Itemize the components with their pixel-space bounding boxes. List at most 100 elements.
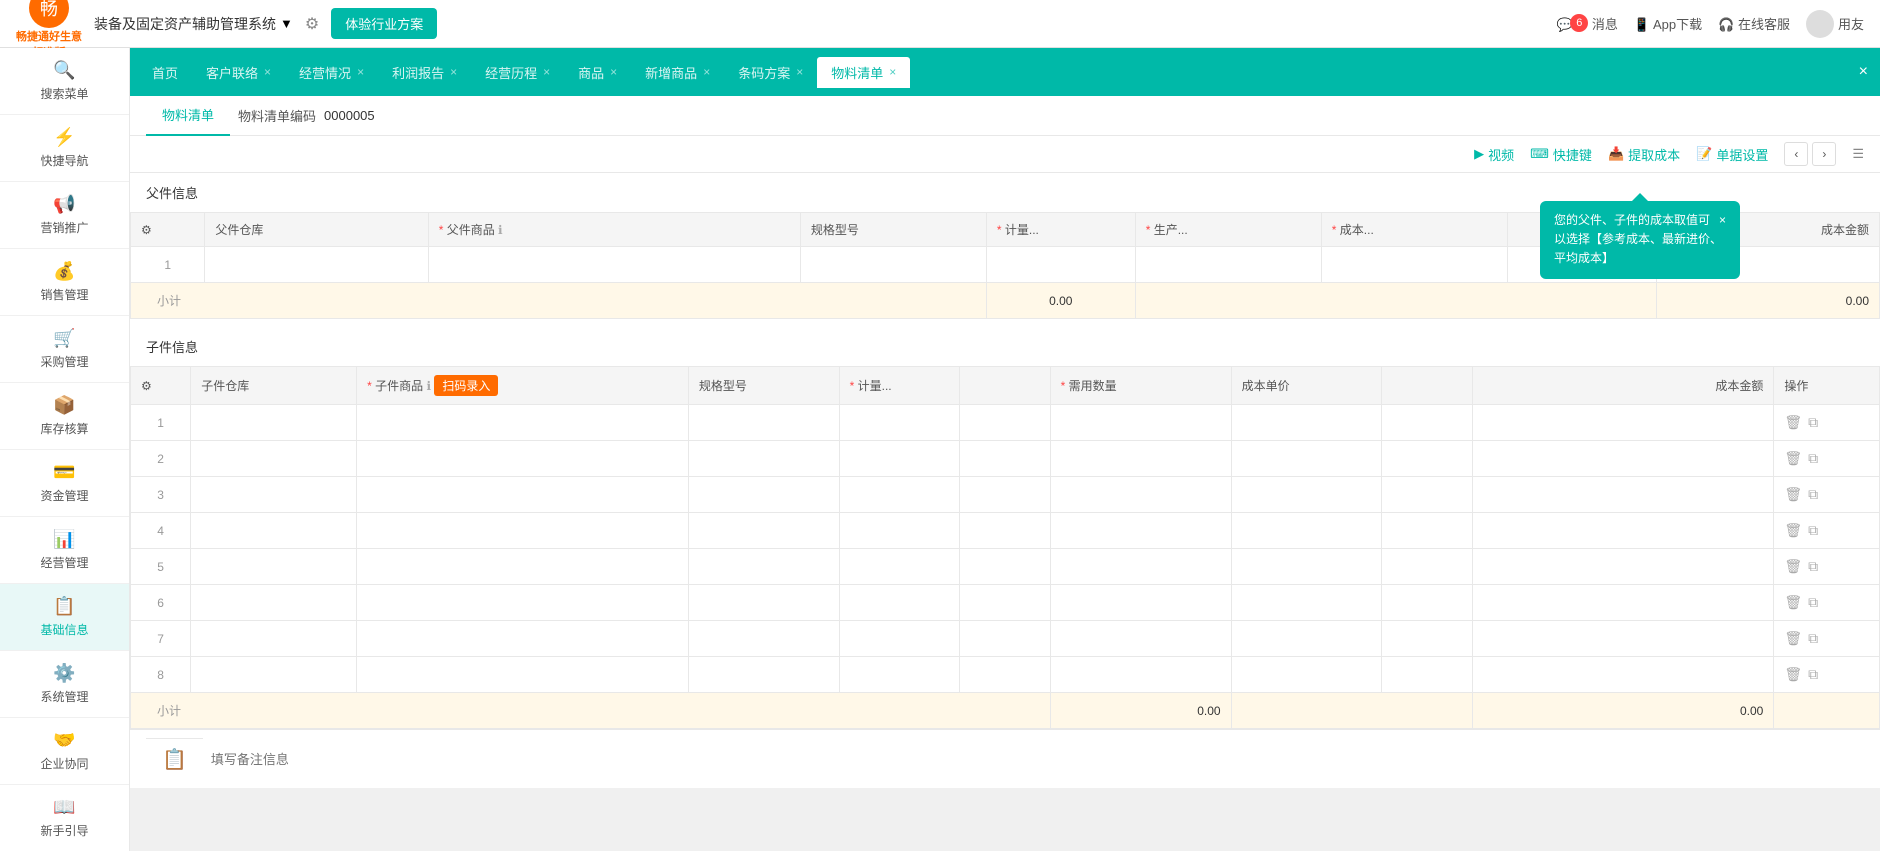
child-gear-icon[interactable]: ⚙ bbox=[141, 379, 152, 393]
child-row-unitcost-4[interactable] bbox=[1231, 513, 1382, 549]
tab-goods[interactable]: 商品 × bbox=[564, 57, 631, 88]
tab-barcode[interactable]: 条码方案 × bbox=[724, 57, 817, 88]
child-row-qty-7[interactable] bbox=[1050, 621, 1231, 657]
info-icon-child[interactable]: ℹ bbox=[426, 379, 431, 393]
tab-close-barcode[interactable]: × bbox=[796, 65, 803, 79]
child-row-unit-2[interactable] bbox=[839, 441, 960, 477]
tab-operations[interactable]: 经营情况 × bbox=[285, 57, 378, 88]
child-row-warehouse-7[interactable] bbox=[191, 621, 357, 657]
child-row-spec-2[interactable] bbox=[688, 441, 839, 477]
user-area[interactable]: 用友 bbox=[1806, 10, 1864, 38]
child-row-goods-6[interactable] bbox=[357, 585, 689, 621]
parent-row-goods-1[interactable] bbox=[428, 247, 800, 283]
copy-icon-8[interactable]: ⧉ bbox=[1808, 666, 1818, 683]
copy-icon-6[interactable]: ⧉ bbox=[1808, 594, 1818, 611]
child-row-qty-6[interactable] bbox=[1050, 585, 1231, 621]
single-settings-btn[interactable]: 📝 单据设置 bbox=[1696, 145, 1768, 164]
child-row-unit-5[interactable] bbox=[839, 549, 960, 585]
sidebar-item-inventory[interactable]: 📦 库存核算 bbox=[0, 383, 129, 450]
sidebar-item-basic-info[interactable]: 📋 基础信息 bbox=[0, 584, 129, 651]
child-row-spec-1[interactable] bbox=[688, 405, 839, 441]
global-close-btn[interactable]: × bbox=[1855, 59, 1872, 85]
child-row-warehouse-3[interactable] bbox=[191, 477, 357, 513]
child-row-unitcost-5[interactable] bbox=[1231, 549, 1382, 585]
child-row-warehouse-8[interactable] bbox=[191, 657, 357, 693]
scan-input-btn[interactable]: 扫码录入 bbox=[434, 375, 498, 396]
sidebar-item-cooperation[interactable]: 🤝 企业协同 bbox=[0, 718, 129, 785]
child-row-qty-4[interactable] bbox=[1050, 513, 1231, 549]
child-row-qty-2[interactable] bbox=[1050, 441, 1231, 477]
child-row-goods-1[interactable] bbox=[357, 405, 689, 441]
copy-icon-2[interactable]: ⧉ bbox=[1808, 450, 1818, 467]
child-row-warehouse-6[interactable] bbox=[191, 585, 357, 621]
child-row-goods-8[interactable] bbox=[357, 657, 689, 693]
delete-icon-6[interactable]: 🗑 bbox=[1784, 594, 1802, 611]
child-row-unit-6[interactable] bbox=[839, 585, 960, 621]
tab-close-profit[interactable]: × bbox=[450, 65, 457, 79]
page-prev-btn[interactable]: ‹ bbox=[1784, 142, 1808, 166]
child-row-goods-2[interactable] bbox=[357, 441, 689, 477]
video-btn[interactable]: ▶ 视频 bbox=[1474, 145, 1514, 164]
shortcut-btn[interactable]: ⌨ 快捷键 bbox=[1530, 145, 1592, 164]
tab-new-goods[interactable]: 新增商品 × bbox=[631, 57, 724, 88]
note-input[interactable] bbox=[211, 752, 1864, 767]
child-row-goods-5[interactable] bbox=[357, 549, 689, 585]
delete-icon-5[interactable]: 🗑 bbox=[1784, 558, 1802, 575]
delete-icon-4[interactable]: 🗑 bbox=[1784, 522, 1802, 539]
child-row-unitcost-2[interactable] bbox=[1231, 441, 1382, 477]
child-row-unitcost-3[interactable] bbox=[1231, 477, 1382, 513]
tab-history[interactable]: 经营历程 × bbox=[471, 57, 564, 88]
tab-close-history[interactable]: × bbox=[543, 65, 550, 79]
child-row-unitcost-1[interactable] bbox=[1231, 405, 1382, 441]
child-row-warehouse-4[interactable] bbox=[191, 513, 357, 549]
system-selector[interactable]: 装备及固定资产辅助管理系统 ▼ bbox=[94, 14, 293, 34]
sidebar-item-purchase[interactable]: 🛒 采购管理 bbox=[0, 316, 129, 383]
copy-icon-3[interactable]: ⧉ bbox=[1808, 486, 1818, 503]
child-row-warehouse-5[interactable] bbox=[191, 549, 357, 585]
grid-view-btn[interactable]: ☰ bbox=[1852, 146, 1864, 162]
online-service-btn[interactable]: 🎧 在线客服 bbox=[1718, 14, 1790, 33]
message-area[interactable]: 💬 6 消息 bbox=[1556, 14, 1617, 33]
sidebar-item-guide[interactable]: 📖 新手引导 bbox=[0, 785, 129, 851]
extract-cost-btn[interactable]: 📥 提取成本 bbox=[1608, 145, 1680, 164]
sub-tab-bom-list[interactable]: 物料清单 bbox=[146, 96, 230, 136]
tab-close-customer[interactable]: × bbox=[264, 65, 271, 79]
tab-customer[interactable]: 客户联络 × bbox=[192, 57, 285, 88]
tab-home[interactable]: 首页 bbox=[138, 57, 192, 88]
delete-icon-2[interactable]: 🗑 bbox=[1784, 450, 1802, 467]
tab-close-new-goods[interactable]: × bbox=[703, 65, 710, 79]
delete-icon-3[interactable]: 🗑 bbox=[1784, 486, 1802, 503]
child-row-qty-3[interactable] bbox=[1050, 477, 1231, 513]
child-row-unitcost-6[interactable] bbox=[1231, 585, 1382, 621]
page-next-btn[interactable]: › bbox=[1812, 142, 1836, 166]
sidebar-item-finance[interactable]: 💳 资金管理 bbox=[0, 450, 129, 517]
child-row-qty-5[interactable] bbox=[1050, 549, 1231, 585]
child-row-spec-5[interactable] bbox=[688, 549, 839, 585]
sidebar-item-sales[interactable]: 💰 销售管理 bbox=[0, 249, 129, 316]
child-row-unit-8[interactable] bbox=[839, 657, 960, 693]
parent-row-unit-1[interactable] bbox=[986, 247, 1135, 283]
child-row-goods-7[interactable] bbox=[357, 621, 689, 657]
delete-icon-8[interactable]: 🗑 bbox=[1784, 666, 1802, 683]
child-row-unitcost-8[interactable] bbox=[1231, 657, 1382, 693]
experience-btn[interactable]: 体验行业方案 bbox=[331, 8, 437, 39]
child-row-goods-4[interactable] bbox=[357, 513, 689, 549]
sidebar-item-operations[interactable]: 📊 经营管理 bbox=[0, 517, 129, 584]
child-row-unitcost-7[interactable] bbox=[1231, 621, 1382, 657]
tab-profit[interactable]: 利润报告 × bbox=[378, 57, 471, 88]
tab-close-bom[interactable]: × bbox=[889, 65, 896, 79]
child-row-unit-7[interactable] bbox=[839, 621, 960, 657]
parent-row-spec-1[interactable] bbox=[800, 247, 986, 283]
parent-row-cost-1[interactable] bbox=[1321, 247, 1507, 283]
tab-close-goods[interactable]: × bbox=[610, 65, 617, 79]
tab-close-operations[interactable]: × bbox=[357, 65, 364, 79]
gear-icon[interactable]: ⚙ bbox=[141, 223, 152, 237]
sidebar-item-system[interactable]: ⚙️ 系统管理 bbox=[0, 651, 129, 718]
tooltip-close-btn[interactable]: × bbox=[1719, 211, 1726, 230]
sidebar-item-search[interactable]: 🔍 搜索菜单 bbox=[0, 48, 129, 115]
child-row-warehouse-2[interactable] bbox=[191, 441, 357, 477]
child-row-spec-6[interactable] bbox=[688, 585, 839, 621]
parent-row-production-1[interactable] bbox=[1135, 247, 1321, 283]
child-row-spec-8[interactable] bbox=[688, 657, 839, 693]
copy-icon-5[interactable]: ⧉ bbox=[1808, 558, 1818, 575]
